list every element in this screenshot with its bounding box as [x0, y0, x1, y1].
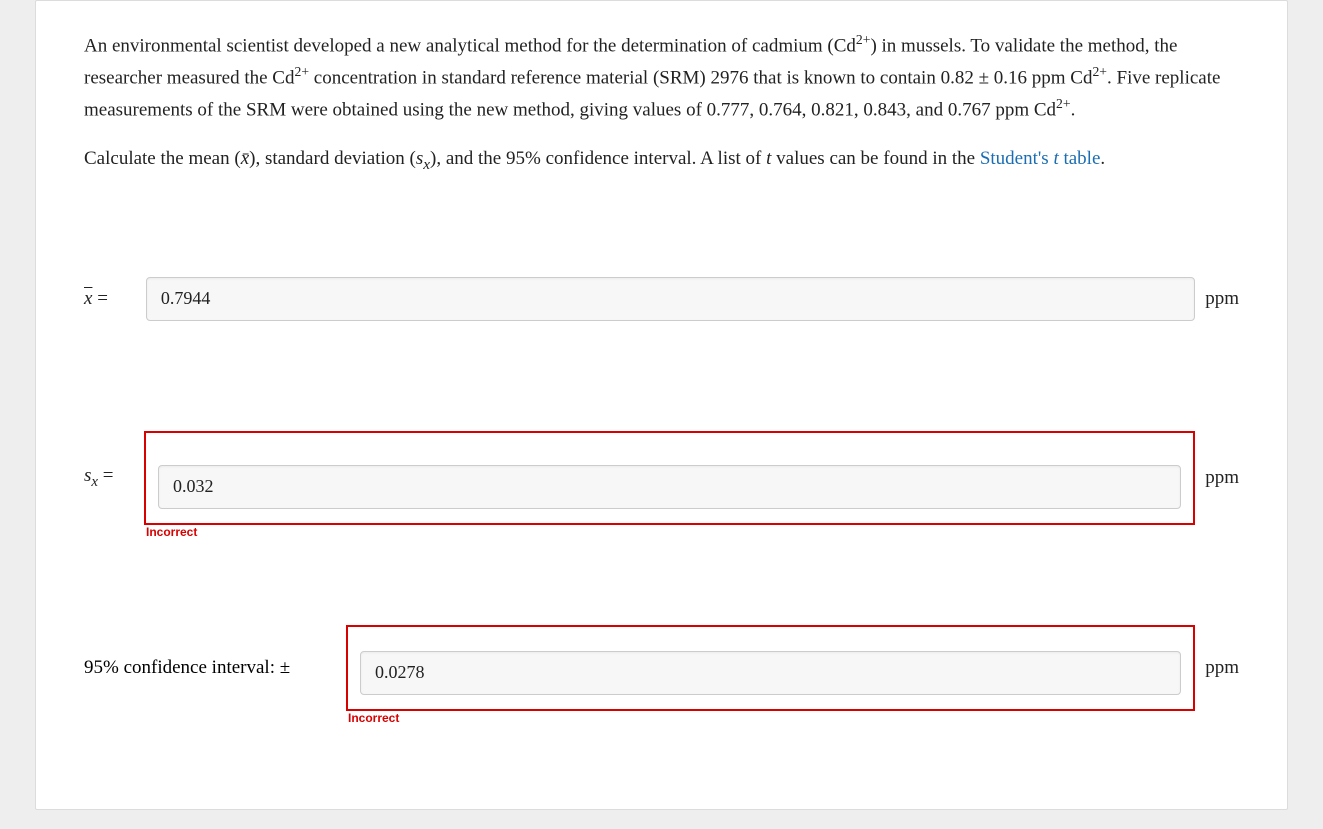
- text: concentration in standard reference mate…: [309, 67, 1092, 88]
- sd-incorrect-label: Incorrect: [146, 525, 197, 539]
- ci-input[interactable]: [360, 651, 1181, 695]
- ci-incorrect-box: Incorrect: [346, 625, 1195, 711]
- text: .: [1100, 148, 1105, 169]
- text: ), standard deviation (: [249, 148, 416, 169]
- superscript: 2+: [294, 64, 309, 79]
- link-text: Student's: [980, 148, 1054, 169]
- mean-label: x =: [84, 288, 118, 310]
- text: An environmental scientist developed a n…: [84, 35, 856, 56]
- link-text: table: [1059, 148, 1101, 169]
- equals: =: [92, 288, 107, 309]
- text: .: [1071, 99, 1076, 120]
- superscript: 2+: [856, 32, 871, 47]
- sd-input[interactable]: [158, 465, 1181, 509]
- superscript: 2+: [1092, 64, 1107, 79]
- answer-row-ci: 95% confidence interval: ± Incorrect ppm: [84, 625, 1239, 711]
- mean-unit: ppm: [1195, 288, 1239, 310]
- ci-incorrect-label: Incorrect: [348, 711, 399, 725]
- text: values can be found in the: [771, 148, 979, 169]
- s-sub-x: x: [91, 474, 98, 490]
- text: Calculate the mean (: [84, 148, 241, 169]
- text: ), and the 95% confidence interval. A li…: [430, 148, 766, 169]
- answer-row-sd: sx = Incorrect ppm: [84, 431, 1239, 525]
- symbol-sub-x: x: [423, 156, 430, 173]
- question-card: An environmental scientist developed a n…: [35, 0, 1288, 810]
- mean-input-wrap: [146, 277, 1195, 321]
- superscript: 2+: [1056, 96, 1071, 111]
- symbol-xbar: x̄: [241, 148, 249, 169]
- answer-row-mean: x = ppm: [84, 277, 1239, 321]
- sd-unit: ppm: [1195, 467, 1239, 489]
- mean-input[interactable]: [146, 277, 1195, 321]
- sd-incorrect-box: Incorrect: [144, 431, 1195, 525]
- question-paragraph-1: An environmental scientist developed a n…: [84, 29, 1239, 124]
- equals: =: [98, 465, 113, 486]
- ci-label: 95% confidence interval: ±: [84, 657, 346, 679]
- question-paragraph-2: Calculate the mean (x̄), standard deviat…: [84, 144, 1239, 176]
- sd-label: sx =: [84, 465, 144, 491]
- students-t-table-link[interactable]: Student's t table: [980, 148, 1101, 169]
- ci-unit: ppm: [1195, 657, 1239, 679]
